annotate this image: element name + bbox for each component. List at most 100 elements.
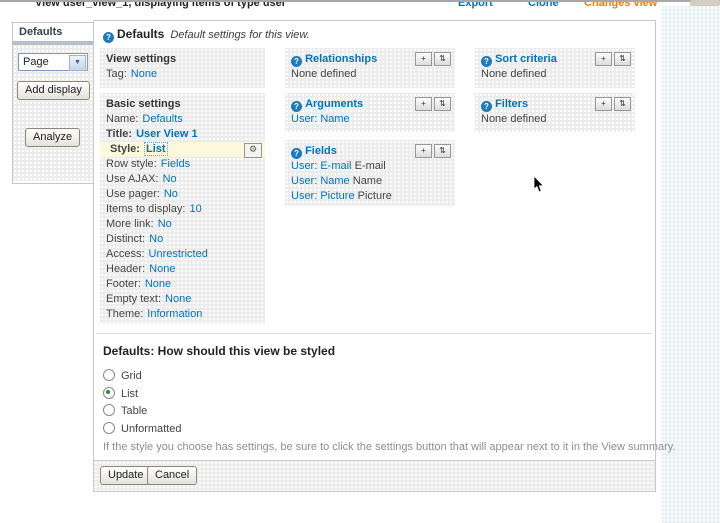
- radio-icon[interactable]: [103, 422, 115, 434]
- changes-view-link[interactable]: Changes view: [584, 2, 657, 9]
- help-icon[interactable]: ?: [291, 56, 302, 67]
- argument-link[interactable]: User: Name: [291, 113, 350, 125]
- filters-block: ? Filters +⇅ None defined: [475, 93, 635, 132]
- help-icon[interactable]: ?: [481, 56, 492, 67]
- block-buttons: +⇅: [413, 52, 451, 67]
- arguments-block: ? Arguments +⇅ User: Name: [285, 93, 455, 132]
- style-form-help-text: If the style you choose has settings, be…: [103, 441, 676, 453]
- rearrange-icon[interactable]: ⇅: [614, 52, 631, 66]
- arguments-title[interactable]: Arguments: [305, 98, 363, 110]
- export-link[interactable]: Export: [458, 2, 493, 9]
- setting-value-link[interactable]: 10: [189, 203, 201, 215]
- sidebar-body: Page ▼ Add display Analyze: [13, 45, 94, 181]
- sort-criteria-title[interactable]: Sort criteria: [495, 53, 557, 65]
- gear-icon[interactable]: ⚙: [244, 143, 262, 158]
- help-icon[interactable]: ?: [291, 101, 302, 112]
- empty-text: None defined: [481, 112, 629, 127]
- setting-value-link[interactable]: None: [131, 68, 157, 80]
- setting-row: Name: Defaults: [106, 112, 259, 127]
- setting-value-link[interactable]: Fields: [161, 158, 190, 170]
- setting-value-link[interactable]: Unrestricted: [149, 248, 208, 260]
- form-actions-bar: Update Cancel: [94, 460, 655, 491]
- add-icon[interactable]: +: [415, 144, 432, 158]
- radio-label[interactable]: Unformatted: [121, 423, 182, 435]
- mouse-cursor: [533, 176, 545, 194]
- style-option-list[interactable]: List: [103, 387, 138, 400]
- radio-label[interactable]: List: [121, 388, 138, 400]
- setting-value-link[interactable]: Information: [147, 308, 202, 320]
- cancel-button[interactable]: Cancel: [147, 466, 197, 485]
- radio-label[interactable]: Table: [121, 405, 147, 417]
- setting-value-link[interactable]: Defaults: [142, 113, 182, 125]
- field-link[interactable]: User: Picture: [291, 190, 355, 202]
- defaults-panel: ?DefaultsDefault settings for this view.…: [93, 20, 656, 492]
- radio-label[interactable]: Grid: [121, 370, 142, 382]
- help-icon[interactable]: ?: [481, 101, 492, 112]
- view-settings-title: View settings: [106, 52, 259, 67]
- setting-value-link[interactable]: List: [144, 142, 168, 156]
- setting-label: Title:: [106, 128, 132, 140]
- setting-label: Use AJAX:: [106, 173, 159, 185]
- style-form-title: Defaults: How should this view be styled: [103, 344, 335, 358]
- setting-value-link[interactable]: User View 1: [136, 128, 198, 140]
- setting-label: Name:: [106, 113, 138, 125]
- panel-title: Defaults: [117, 27, 164, 41]
- style-option-grid[interactable]: Grid: [103, 369, 142, 382]
- setting-value-link[interactable]: None: [145, 278, 171, 290]
- radio-icon[interactable]: [103, 404, 115, 416]
- setting-value-link[interactable]: No: [163, 173, 177, 185]
- setting-row: Row style:Fields: [106, 157, 259, 172]
- filters-title[interactable]: Filters: [495, 98, 528, 110]
- setting-value-link[interactable]: No: [149, 233, 163, 245]
- update-button[interactable]: Update: [100, 466, 151, 485]
- rearrange-icon[interactable]: ⇅: [434, 52, 451, 66]
- setting-value-link[interactable]: No: [164, 188, 178, 200]
- style-option-unformatted[interactable]: Unformatted: [103, 422, 182, 435]
- radio-checked-icon[interactable]: [103, 387, 115, 399]
- fields-title[interactable]: Fields: [305, 145, 337, 157]
- sort-criteria-block: ? Sort criteria +⇅ None defined: [475, 48, 635, 88]
- setting-value-link[interactable]: No: [158, 218, 172, 230]
- setting-row: Theme: Information: [106, 307, 259, 322]
- rearrange-icon[interactable]: ⇅: [434, 144, 451, 158]
- rearrange-icon[interactable]: ⇅: [614, 97, 631, 111]
- display-type-value: Page: [23, 56, 49, 68]
- add-display-button[interactable]: Add display: [17, 81, 90, 100]
- setting-row: Empty text: None: [106, 292, 259, 307]
- rearrange-icon[interactable]: ⇅: [434, 97, 451, 111]
- add-icon[interactable]: +: [415, 52, 432, 66]
- view-title-bar: View user_view_1, displaying items of ty…: [0, 2, 720, 14]
- analyze-button[interactable]: Analyze: [25, 128, 80, 147]
- block-buttons: +⇅: [413, 97, 451, 112]
- setting-label: Distinct:: [106, 233, 145, 245]
- add-icon[interactable]: +: [595, 97, 612, 111]
- chevron-down-icon[interactable]: ▼: [69, 55, 86, 71]
- setting-label: Header:: [106, 263, 145, 275]
- display-type-select[interactable]: Page ▼: [18, 53, 88, 71]
- relationships-title[interactable]: Relationships: [305, 53, 377, 65]
- help-icon[interactable]: ?: [103, 32, 114, 43]
- style-option-table[interactable]: Table: [103, 404, 147, 417]
- setting-value-link[interactable]: None: [149, 263, 175, 275]
- display-sidebar: Defaults Page ▼ Add display Analyze: [12, 22, 95, 184]
- view-title: View user_view_1, displaying items of ty…: [35, 2, 286, 9]
- setting-label: Access:: [106, 248, 145, 260]
- setting-row: Footer:None: [106, 277, 259, 292]
- setting-label: Theme:: [106, 308, 143, 320]
- field-link[interactable]: User: Name: [291, 175, 350, 187]
- empty-text: None defined: [291, 67, 449, 82]
- add-icon[interactable]: +: [595, 52, 612, 66]
- setting-value-link[interactable]: None: [165, 293, 191, 305]
- field-link[interactable]: User: E-mail: [291, 160, 352, 172]
- setting-row: Header: None: [106, 262, 259, 277]
- help-icon[interactable]: ?: [291, 148, 302, 159]
- field-item: User: Picture Picture: [291, 189, 449, 204]
- setting-row: Distinct: No: [106, 232, 259, 247]
- radio-icon[interactable]: [103, 369, 115, 381]
- field-item: User: Name Name: [291, 174, 449, 189]
- setting-label: Empty text:: [106, 293, 161, 305]
- field-name: Name: [353, 175, 382, 187]
- tab-defaults[interactable]: Defaults: [13, 23, 94, 41]
- add-icon[interactable]: +: [415, 97, 432, 111]
- clone-link[interactable]: Clone: [528, 2, 559, 9]
